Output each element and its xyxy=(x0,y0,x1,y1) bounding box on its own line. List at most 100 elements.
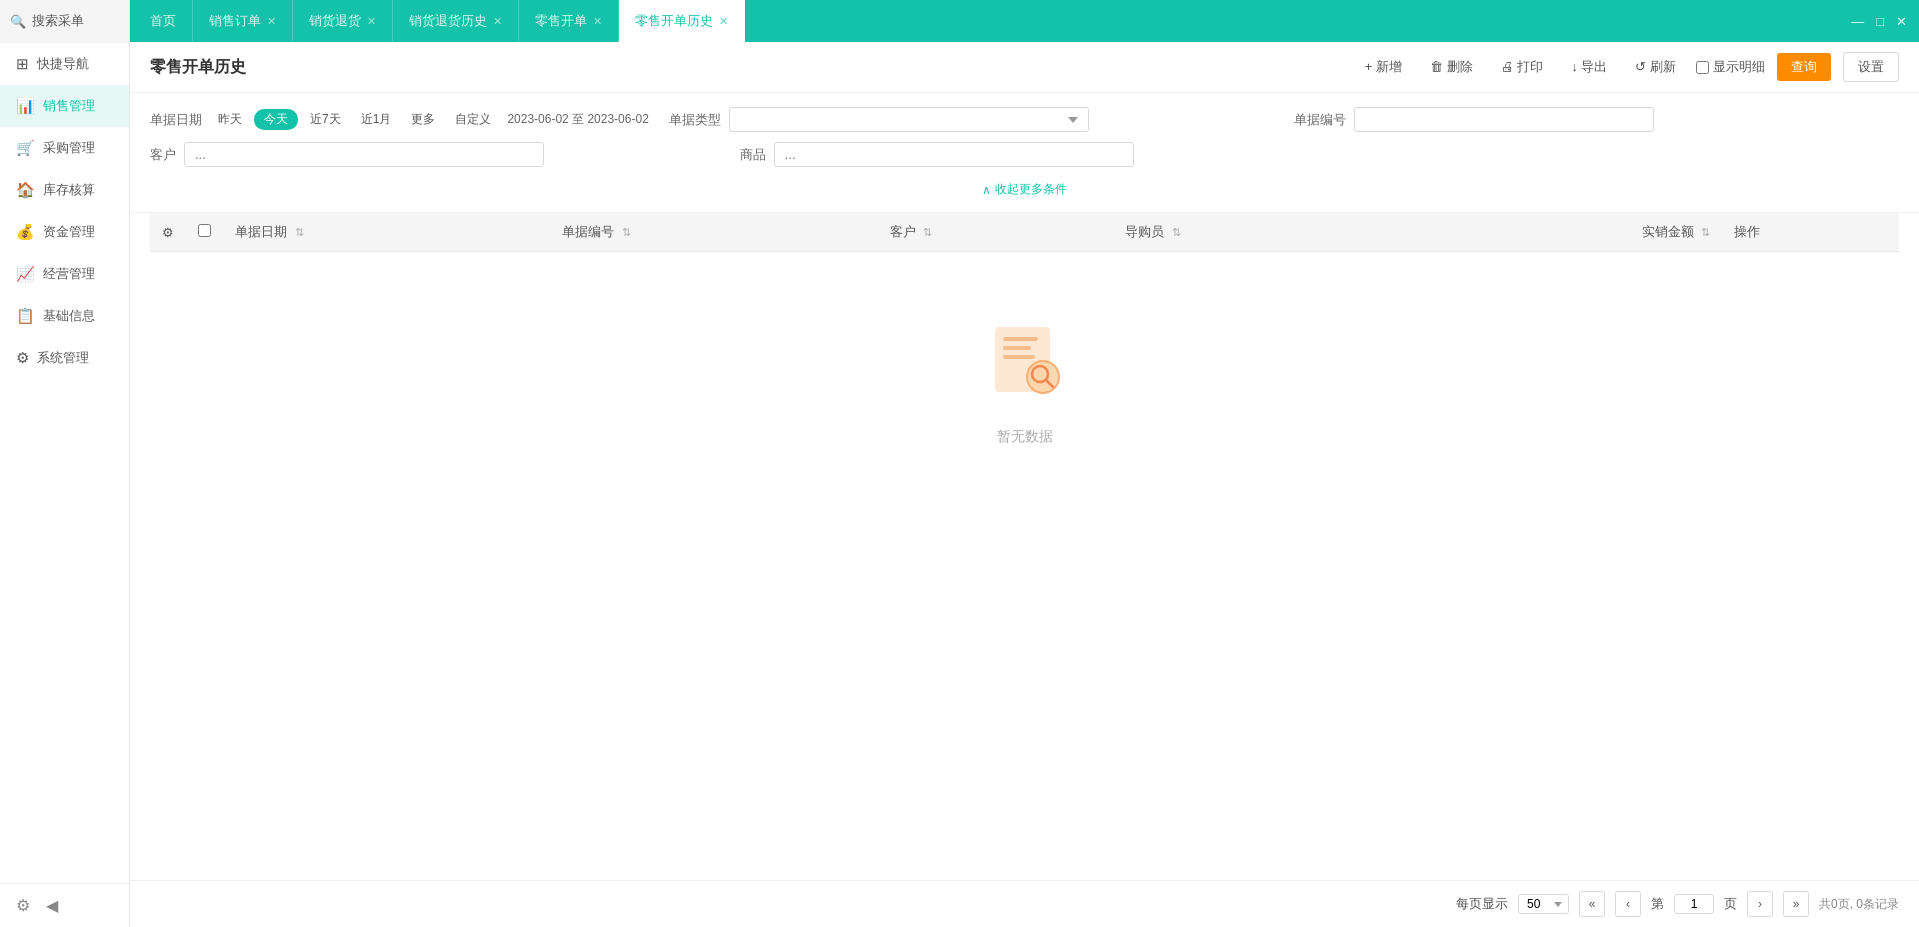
tab-retail-open-label: 零售开单 xyxy=(535,12,587,30)
sidebar: 🔍 搜索采单 ⊞ 快捷导航 📊 销售管理 🛒 采购管理 🏠 库存核算 💰 资金管… xyxy=(0,0,130,927)
tab-sales-return[interactable]: 销货退货 ✕ xyxy=(293,0,393,42)
date-btn-1month[interactable]: 近1月 xyxy=(353,109,400,130)
collapse-more-btn[interactable]: ∧ 收起更多条件 xyxy=(150,177,1899,206)
empty-icon xyxy=(975,312,1075,412)
col-guide[interactable]: 导购员 ⇅ xyxy=(1113,213,1394,252)
tab-sales-order[interactable]: 销售订单 ✕ xyxy=(193,0,293,42)
col-amount-label: 实销金额 xyxy=(1642,224,1694,239)
col-settings[interactable]: ⚙ xyxy=(150,213,186,252)
print-button[interactable]: 🖨 打印 xyxy=(1493,54,1552,80)
col-date[interactable]: 单据日期 ⇅ xyxy=(223,213,550,252)
collapse-more-label: 收起更多条件 xyxy=(995,181,1067,198)
filter-customer-input[interactable] xyxy=(184,142,544,167)
sidebar-item-purchase-mgmt[interactable]: 🛒 采购管理 xyxy=(0,127,129,169)
filter-product-input[interactable] xyxy=(774,142,1134,167)
refresh-button[interactable]: ↺ 刷新 xyxy=(1627,54,1684,80)
chevron-up-icon: ∧ xyxy=(982,183,991,197)
window-minimize-btn[interactable]: — xyxy=(1851,14,1864,29)
sidebar-item-label: 基础信息 xyxy=(43,307,95,325)
page-content: 零售开单历史 + 新增 🗑 删除 🖨 打印 ↓ 导出 ↺ 刷新 显示明细 查询 … xyxy=(130,42,1919,927)
inventory-icon: 🏠 xyxy=(16,181,35,199)
tab-retail-open-history[interactable]: 零售开单历史 ✕ xyxy=(619,0,745,42)
sidebar-item-operations[interactable]: 📈 经营管理 xyxy=(0,253,129,295)
col-checkbox[interactable] xyxy=(186,213,223,252)
operations-icon: 📈 xyxy=(16,265,35,283)
empty-state: 暂无数据 xyxy=(150,252,1899,506)
date-btn-custom[interactable]: 自定义 xyxy=(447,109,499,130)
show-detail-label: 显示明细 xyxy=(1713,58,1765,76)
filter-number-label: 单据编号 xyxy=(1294,111,1346,129)
sidebar-item-quick-nav[interactable]: ⊞ 快捷导航 xyxy=(0,43,129,85)
col-action: 操作 xyxy=(1722,213,1899,252)
finance-icon: 💰 xyxy=(16,223,35,241)
sidebar-item-label: 系统管理 xyxy=(37,349,89,367)
col-customer-sort-icon: ⇅ xyxy=(923,226,932,238)
filter-area: 单据日期 昨天 今天 近7天 近1月 更多 自定义 2023-06-02 至 2… xyxy=(130,93,1919,213)
tab-retail-open-history-close[interactable]: ✕ xyxy=(719,15,728,28)
show-detail-checkbox[interactable] xyxy=(1696,61,1709,74)
tab-sales-return-close[interactable]: ✕ xyxy=(367,15,376,28)
window-close-btn[interactable]: ✕ xyxy=(1896,14,1907,29)
tab-sales-return-history-close[interactable]: ✕ xyxy=(493,15,502,28)
page-input[interactable] xyxy=(1674,894,1714,914)
filter-date: 单据日期 昨天 今天 近7天 近1月 更多 自定义 2023-06-02 至 2… xyxy=(150,109,649,130)
filter-date-label: 单据日期 xyxy=(150,111,202,129)
tab-home[interactable]: 首页 xyxy=(134,0,193,42)
table-area: ⚙ 单据日期 ⇅ 单据编号 ⇅ 客户 ⇅ xyxy=(130,213,1919,880)
per-page-select[interactable]: 10 20 50 100 xyxy=(1518,894,1569,914)
filter-number-input[interactable] xyxy=(1354,107,1654,132)
tab-sales-return-history[interactable]: 销货退货历史 ✕ xyxy=(393,0,519,42)
date-btn-more[interactable]: 更多 xyxy=(403,109,443,130)
data-table: ⚙ 单据日期 ⇅ 单据编号 ⇅ 客户 ⇅ xyxy=(150,213,1899,252)
filter-product-label: 商品 xyxy=(740,146,766,164)
search-icon: 🔍 xyxy=(10,14,26,29)
date-btn-yesterday[interactable]: 昨天 xyxy=(210,109,250,130)
filter-number: 单据编号 xyxy=(1294,107,1899,132)
tab-sales-order-close[interactable]: ✕ xyxy=(267,15,276,28)
col-number-label: 单据编号 xyxy=(562,224,614,239)
filter-type-select[interactable] xyxy=(729,107,1089,132)
filter-row-1: 单据日期 昨天 今天 近7天 近1月 更多 自定义 2023-06-02 至 2… xyxy=(150,107,1899,132)
page-last-btn[interactable]: » xyxy=(1783,891,1809,917)
table-header-row: ⚙ 单据日期 ⇅ 单据编号 ⇅ 客户 ⇅ xyxy=(150,213,1899,252)
svg-rect-3 xyxy=(1003,355,1035,359)
col-customer[interactable]: 客户 ⇅ xyxy=(878,213,1114,252)
filter-row-2: 客户 商品 xyxy=(150,142,1899,167)
sidebar-item-label: 经营管理 xyxy=(43,265,95,283)
page-title: 零售开单历史 xyxy=(150,57,246,78)
tab-retail-open-close[interactable]: ✕ xyxy=(593,15,602,28)
col-guide-label: 导购员 xyxy=(1125,224,1164,239)
date-btn-7days[interactable]: 近7天 xyxy=(302,109,349,130)
col-number-sort-icon: ⇅ xyxy=(622,226,631,238)
tab-retail-open[interactable]: 零售开单 ✕ xyxy=(519,0,619,42)
page-first-btn[interactable]: « xyxy=(1579,891,1605,917)
search-menu-btn[interactable]: 🔍 搜索采单 xyxy=(0,0,129,43)
sidebar-collapse-btn[interactable]: ◀ xyxy=(46,896,58,915)
sidebar-item-label: 资金管理 xyxy=(43,223,95,241)
footer-settings-btn[interactable]: ⚙ xyxy=(16,896,30,915)
tab-sales-order-label: 销售订单 xyxy=(209,12,261,30)
settings-button[interactable]: 设置 xyxy=(1843,52,1899,82)
sidebar-item-inventory[interactable]: 🏠 库存核算 xyxy=(0,169,129,211)
sidebar-item-finance[interactable]: 💰 资金管理 xyxy=(0,211,129,253)
sidebar-item-sales-mgmt[interactable]: 📊 销售管理 xyxy=(0,85,129,127)
page-next-btn[interactable]: › xyxy=(1747,891,1773,917)
sidebar-item-basic-info[interactable]: 📋 基础信息 xyxy=(0,295,129,337)
page-unit: 页 xyxy=(1724,895,1737,913)
sidebar-item-system-mgmt[interactable]: ⚙ 系统管理 xyxy=(0,337,129,379)
delete-button[interactable]: 🗑 删除 xyxy=(1422,54,1481,80)
col-number[interactable]: 单据编号 ⇅ xyxy=(550,213,877,252)
tab-bar: 首页 销售订单 ✕ 销货退货 ✕ 销货退货历史 ✕ 零售开单 ✕ 零售开单历史 … xyxy=(130,0,1919,42)
show-detail-toggle[interactable]: 显示明细 xyxy=(1696,58,1765,76)
add-button[interactable]: + 新增 xyxy=(1357,54,1410,80)
col-amount[interactable]: 实销金额 ⇅ xyxy=(1395,213,1722,252)
query-button[interactable]: 查询 xyxy=(1777,53,1831,81)
export-button[interactable]: ↓ 导出 xyxy=(1563,54,1615,80)
date-btn-today[interactable]: 今天 xyxy=(254,109,298,130)
tab-retail-open-history-label: 零售开单历史 xyxy=(635,12,713,30)
filter-product: 商品 xyxy=(740,142,1310,167)
page-prev-btn[interactable]: ‹ xyxy=(1615,891,1641,917)
col-guide-sort-icon: ⇅ xyxy=(1172,226,1181,238)
select-all-checkbox[interactable] xyxy=(198,224,211,237)
window-maximize-btn[interactable]: □ xyxy=(1876,14,1884,29)
